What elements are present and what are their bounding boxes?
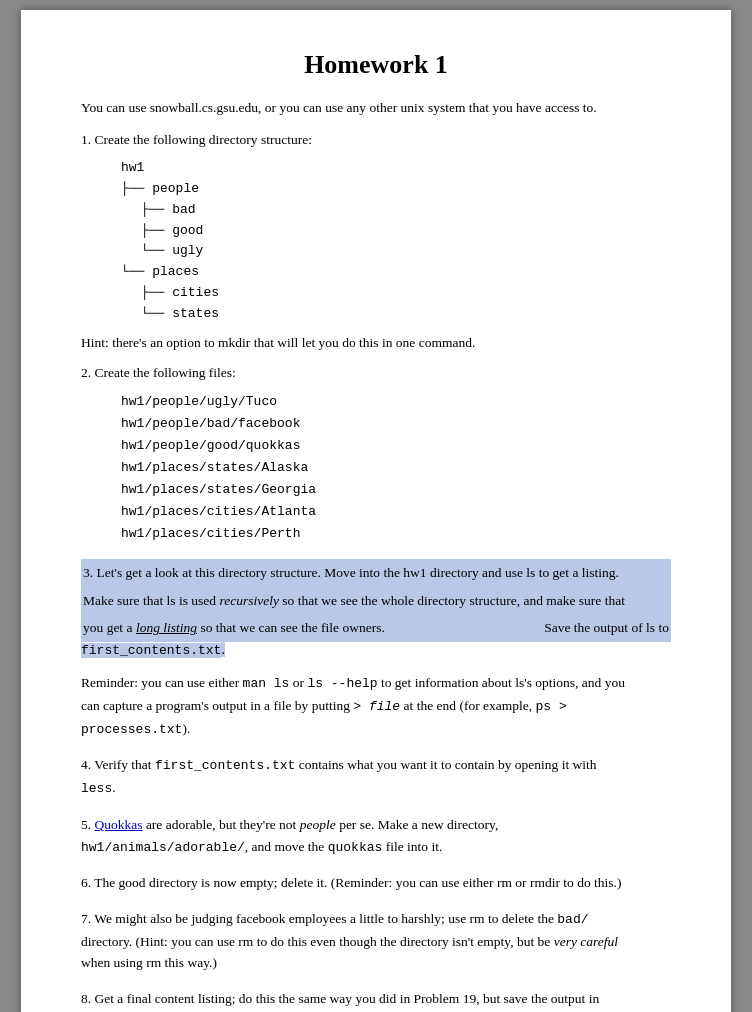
reminder-man: man ls [243,676,290,691]
p3-recursively: recursively [219,593,278,608]
problem-4: 4. Verify that first_contents.txt contai… [81,754,671,800]
p3-line1: 3. Let's get a look at this directory st… [81,559,671,587]
p5-label: 5. [81,817,95,832]
p3-period: . [221,642,225,657]
p5-text3: , and move the [245,839,328,854]
reminder-ls: ls --help [307,676,377,691]
reminder-text5: ). [182,721,190,736]
p1-label: 1. Create the following directory struct… [81,132,671,148]
p5-text2: per se. Make a new directory, [336,817,499,832]
reminder-text1: Reminder: you can use either [81,675,243,690]
reminder: Reminder: you can use either man ls or l… [81,672,671,740]
dir-line-2: ├── bad [121,200,671,221]
p7-verycareful: very careful [554,934,618,949]
p3-text3: so that we see the whole directory struc… [279,593,625,608]
p5-italic: people [300,817,336,832]
dir-line-7: └── states [121,304,671,325]
p3-makesurethat: Make sure that ls is used [83,593,219,608]
p7-text3: when using rm this way.) [81,955,217,970]
dir-line-6: ├── cities [121,283,671,304]
reminder-text3: to get information about ls's options, a… [378,675,625,690]
p1-hint: Hint: there's an option to mkdir that wi… [81,335,671,351]
p4-period: . [112,780,115,795]
problem-7: 7. We might also be judging facebook emp… [81,908,671,974]
file-4: hw1/places/states/Alaska [121,457,671,479]
reminder-text4: at the end (for example, [400,698,535,713]
p3-label: 3. [83,565,93,580]
reminder-gt: > file [353,699,400,714]
reminder-text2: or [289,675,307,690]
p3-line3: you get a long listing so that we can se… [81,614,671,642]
p5-link: Quokkas [95,817,143,832]
p4-label: 4. Verify that [81,757,155,772]
p3-filename-line: first_contents.txt. [81,642,671,658]
dir-tree: hw1 ├── people ├── bad ├── good └── ugly… [121,158,671,324]
dir-line-5: └── places [121,262,671,283]
p3-text1: Let's get a look at this directory struc… [93,565,619,580]
p3-line2: Make sure that ls is used recursively so… [81,587,671,615]
file-7: hw1/places/cities/Perth [121,523,671,545]
p7-bad: bad/ [557,912,588,927]
problem-3: 3. Let's get a look at this directory st… [81,559,671,658]
file-2: hw1/people/bad/facebook [121,413,671,435]
reminder-processes: processes.txt [81,722,182,737]
p7-label: 7. We might also be judging facebook emp… [81,911,557,926]
p2-label: 2. Create the following files: [81,365,671,381]
p3-savetext: Save the output of ls to [544,617,669,639]
p3-long: long listing [136,620,197,635]
p5-text1: are adorable, but they're not [143,817,300,832]
file-1: hw1/people/ugly/Tuco [121,391,671,413]
file-3: hw1/people/good/quokkas [121,435,671,457]
p5-text4: file into it. [382,839,442,854]
file-list: hw1/people/ugly/Tuco hw1/people/bad/face… [121,391,671,546]
dir-root: hw1 [121,158,671,179]
p6-label: 6. The good directory is now empty; dele… [81,875,621,890]
p4-less: less [81,781,112,796]
dir-line-3: ├── good [121,221,671,242]
problem-2: 2. Create the following files: hw1/peopl… [81,365,671,546]
file-6: hw1/places/cities/Atlanta [121,501,671,523]
p7-text2: directory. (Hint: you can use rm to do t… [81,934,554,949]
file-5: hw1/places/states/Georgia [121,479,671,501]
p4-code: first_contents.txt [155,758,295,773]
p4-text2: contains what you want it to contain by … [295,757,596,772]
problem-5: 5. Quokkas are adorable, but they're not… [81,814,671,858]
dir-line-4: └── ugly [121,241,671,262]
reminder-ps: ps > [536,699,567,714]
p8-label: 8. Get a final content listing; do this … [81,991,599,1006]
page-wrapper: Homework 1 You can use snowball.cs.gsu.e… [0,0,752,1012]
intro-text: You can use snowball.cs.gsu.edu, or you … [81,98,671,118]
main-page: Homework 1 You can use snowball.cs.gsu.e… [21,10,731,1012]
reminder-line2: can capture a program's output in a file… [81,698,353,713]
p3-youget: you get a long listing so that we can se… [83,617,385,639]
dir-line-1: ├── people [121,179,671,200]
problem-1: 1. Create the following directory struct… [81,132,671,350]
p3-filename: first_contents.txt [81,643,221,658]
problem-6: 6. The good directory is now empty; dele… [81,872,671,894]
problem-8: 8. Get a final content listing; do this … [81,988,671,1012]
p5-code: hw1/animals/adorable/ [81,840,245,855]
p5-quokkas: quokkas [328,840,383,855]
page-title: Homework 1 [81,50,671,80]
